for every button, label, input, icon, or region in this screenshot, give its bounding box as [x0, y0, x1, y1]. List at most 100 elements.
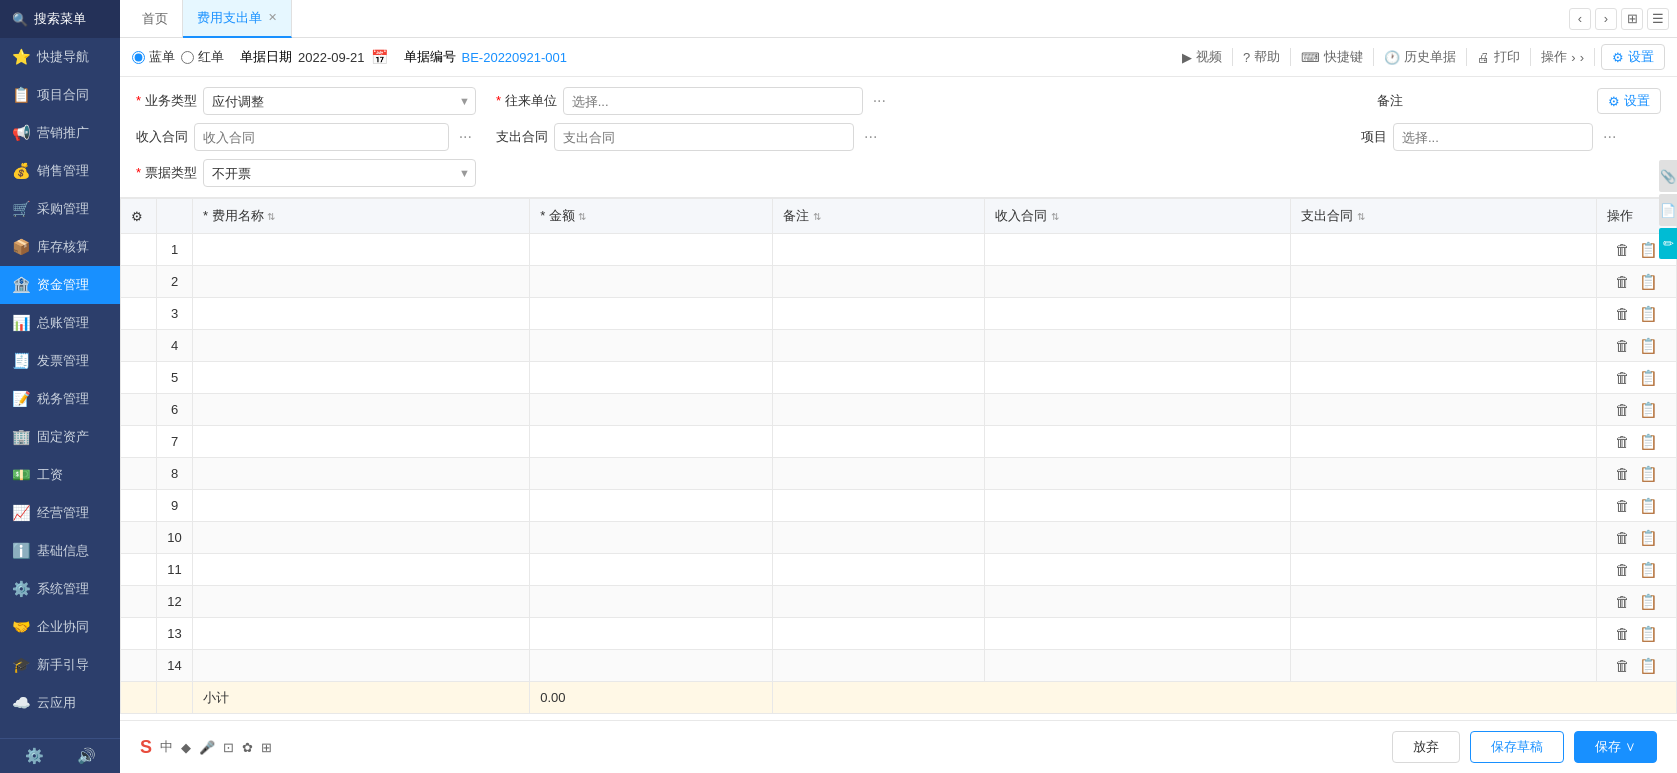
- delete-icon[interactable]: 🗑: [1612, 433, 1633, 450]
- video-btn[interactable]: ▶ 视频: [1178, 46, 1226, 68]
- table-container[interactable]: ⚙ * 费用名称 ⇅ * 金额 ⇅ 备注 ⇅ 收入合同: [120, 198, 1677, 720]
- row-expense-contract-cell[interactable]: [1291, 650, 1597, 682]
- sidebar-item-inventory[interactable]: 📦 库存核算: [0, 228, 120, 266]
- delete-icon[interactable]: 🗑: [1612, 561, 1633, 578]
- row-expense-name-cell[interactable]: [193, 650, 530, 682]
- row-amount-cell[interactable]: [530, 330, 773, 362]
- row-income-contract-cell[interactable]: [985, 298, 1291, 330]
- row-income-contract-cell[interactable]: [985, 330, 1291, 362]
- copy-icon[interactable]: 📋: [1636, 625, 1661, 642]
- copy-icon[interactable]: 📋: [1636, 561, 1661, 578]
- row-amount-cell[interactable]: [530, 234, 773, 266]
- row-ops-cell[interactable]: 🗑 📋: [1597, 266, 1677, 298]
- right-float-doc-btn[interactable]: 📄: [1659, 194, 1677, 226]
- sidebar-search[interactable]: 🔍 搜索菜单: [0, 0, 120, 38]
- operation-btn[interactable]: 操作 › ›: [1537, 46, 1588, 68]
- row-expense-contract-cell[interactable]: [1291, 554, 1597, 586]
- row-income-contract-cell[interactable]: [985, 426, 1291, 458]
- copy-icon[interactable]: 📋: [1636, 433, 1661, 450]
- row-amount-cell[interactable]: [530, 266, 773, 298]
- row-remark-cell[interactable]: [773, 394, 985, 426]
- row-expense-contract-cell[interactable]: [1291, 330, 1597, 362]
- row-ops-cell[interactable]: 🗑 📋: [1597, 586, 1677, 618]
- row-amount-cell[interactable]: [530, 618, 773, 650]
- row-expense-name-cell[interactable]: [193, 298, 530, 330]
- row-remark-cell[interactable]: [773, 298, 985, 330]
- income-contract-dots[interactable]: ···: [455, 128, 476, 146]
- delete-icon[interactable]: 🗑: [1612, 273, 1633, 290]
- row-remark-cell[interactable]: [773, 586, 985, 618]
- row-remark-cell[interactable]: [773, 426, 985, 458]
- row-expense-contract-cell[interactable]: [1291, 458, 1597, 490]
- radio-red[interactable]: 红单: [181, 48, 224, 66]
- delete-icon[interactable]: 🗑: [1612, 529, 1633, 546]
- row-amount-cell[interactable]: [530, 586, 773, 618]
- row-ops-cell[interactable]: 🗑 📋: [1597, 490, 1677, 522]
- row-expense-contract-cell[interactable]: [1291, 298, 1597, 330]
- row-amount-cell[interactable]: [530, 426, 773, 458]
- row-remark-cell[interactable]: [773, 650, 985, 682]
- form-settings-btn[interactable]: ⚙ 设置: [1597, 88, 1661, 114]
- row-expense-name-cell[interactable]: [193, 522, 530, 554]
- sidebar-item-project-contract[interactable]: 📋 项目合同: [0, 76, 120, 114]
- copy-icon[interactable]: 📋: [1636, 273, 1661, 290]
- volume-icon[interactable]: 🔊: [77, 747, 96, 765]
- sidebar-item-payroll[interactable]: 💵 工资: [0, 456, 120, 494]
- save-draft-button[interactable]: 保存草稿: [1470, 731, 1564, 763]
- row-expense-name-cell[interactable]: [193, 234, 530, 266]
- copy-icon[interactable]: 📋: [1636, 593, 1661, 610]
- row-ops-cell[interactable]: 🗑 📋: [1597, 426, 1677, 458]
- row-expense-name-cell[interactable]: [193, 458, 530, 490]
- col-gear[interactable]: ⚙: [121, 199, 157, 234]
- row-remark-cell[interactable]: [773, 330, 985, 362]
- row-expense-contract-cell[interactable]: [1291, 394, 1597, 426]
- col-amount[interactable]: * 金额 ⇅: [530, 199, 773, 234]
- project-input[interactable]: [1393, 123, 1593, 151]
- row-income-contract-cell[interactable]: [985, 458, 1291, 490]
- delete-icon[interactable]: 🗑: [1612, 337, 1633, 354]
- sidebar-item-marketing[interactable]: 📢 营销推广: [0, 114, 120, 152]
- tab-home[interactable]: 首页: [128, 0, 183, 38]
- row-income-contract-cell[interactable]: [985, 554, 1291, 586]
- row-expense-contract-cell[interactable]: [1291, 522, 1597, 554]
- copy-icon[interactable]: 📋: [1636, 337, 1661, 354]
- row-expense-contract-cell[interactable]: [1291, 490, 1597, 522]
- sidebar-item-ledger[interactable]: 📊 总账管理: [0, 304, 120, 342]
- row-ops-cell[interactable]: 🗑 📋: [1597, 650, 1677, 682]
- right-float-edit-btn[interactable]: ✏: [1659, 228, 1677, 259]
- row-expense-name-cell[interactable]: [193, 586, 530, 618]
- settings-btn[interactable]: ⚙ 设置: [1601, 44, 1665, 70]
- row-expense-contract-cell[interactable]: [1291, 266, 1597, 298]
- sidebar-item-newbie[interactable]: 🎓 新手引导: [0, 646, 120, 684]
- row-income-contract-cell[interactable]: [985, 522, 1291, 554]
- tab-list-btn[interactable]: ☰: [1647, 8, 1669, 30]
- delete-icon[interactable]: 🗑: [1612, 401, 1633, 418]
- row-income-contract-cell[interactable]: [985, 394, 1291, 426]
- sidebar-item-cloud[interactable]: ☁️ 云应用: [0, 684, 120, 722]
- sidebar-item-system[interactable]: ⚙️ 系统管理: [0, 570, 120, 608]
- copy-icon[interactable]: 📋: [1636, 529, 1661, 546]
- expense-contract-dots[interactable]: ···: [860, 128, 881, 146]
- invoice-type-select[interactable]: 不开票: [203, 159, 476, 187]
- expense-contract-input[interactable]: [554, 123, 854, 151]
- row-remark-cell[interactable]: [773, 618, 985, 650]
- tab-next-btn[interactable]: ›: [1595, 8, 1617, 30]
- row-amount-cell[interactable]: [530, 554, 773, 586]
- serial-value[interactable]: BE-20220921-001: [462, 50, 568, 65]
- delete-icon[interactable]: 🗑: [1612, 625, 1633, 642]
- radio-blue-input[interactable]: [132, 51, 145, 64]
- copy-icon[interactable]: 📋: [1636, 241, 1661, 258]
- biz-type-select[interactable]: 应付调整: [203, 87, 476, 115]
- sidebar-item-corp[interactable]: 🤝 企业协同: [0, 608, 120, 646]
- income-contract-input[interactable]: [194, 123, 449, 151]
- row-expense-contract-cell[interactable]: [1291, 362, 1597, 394]
- sidebar-item-quick-nav[interactable]: ⭐ 快捷导航: [0, 38, 120, 76]
- sidebar-item-tax[interactable]: 📝 税务管理: [0, 380, 120, 418]
- sidebar-item-invoice[interactable]: 🧾 发票管理: [0, 342, 120, 380]
- row-amount-cell[interactable]: [530, 362, 773, 394]
- copy-icon[interactable]: 📋: [1636, 657, 1661, 674]
- tab-expense[interactable]: 费用支出单 ✕: [183, 0, 292, 38]
- counterpart-input[interactable]: [563, 87, 863, 115]
- copy-icon[interactable]: 📋: [1636, 369, 1661, 386]
- row-income-contract-cell[interactable]: [985, 650, 1291, 682]
